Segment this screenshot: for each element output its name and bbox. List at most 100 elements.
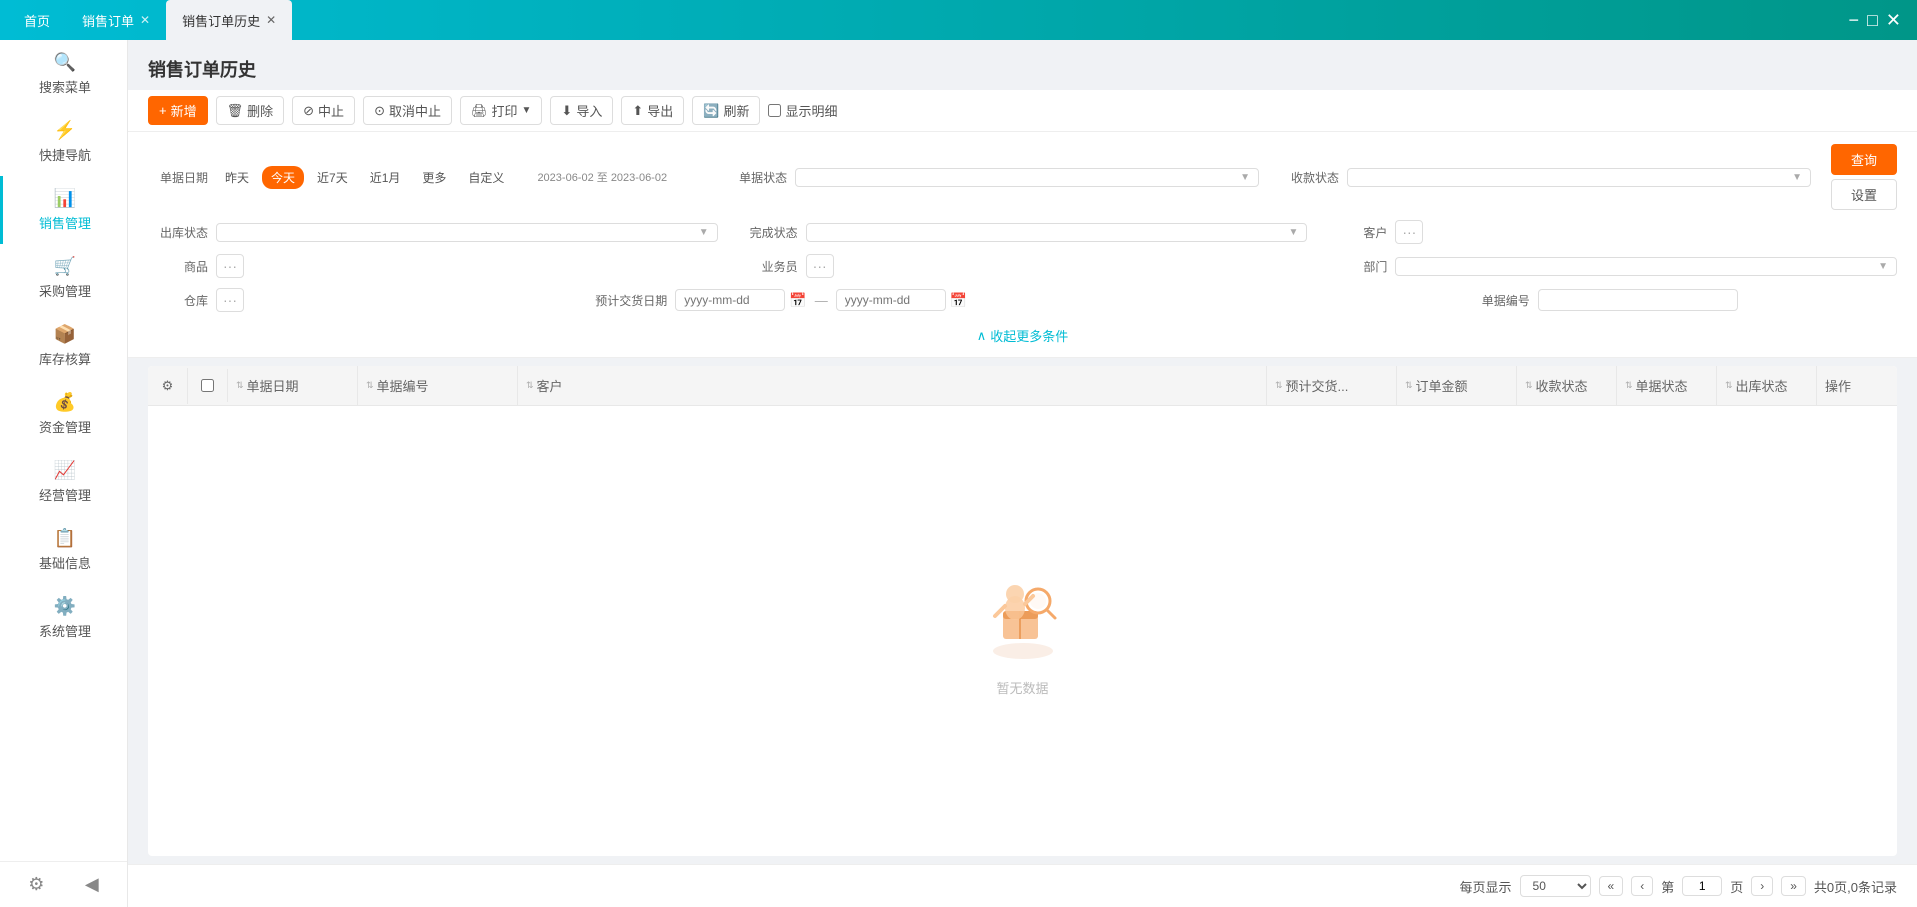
select-all-checkbox[interactable] <box>201 379 214 392</box>
order-status-select[interactable]: ▼ <box>795 168 1259 187</box>
sort-icon-customer: ⇅ <box>526 380 534 391</box>
department-select[interactable]: ▼ <box>1395 257 1897 276</box>
table-header: ⚙ ⇅ 单据日期 ⇅ 单据编号 ⇅ 客户 ⇅ <box>148 366 1897 406</box>
filter-row-4: 仓库 ··· 预计交货日期 📅 — 📅 单据编号 <box>148 288 1897 312</box>
window-maximize[interactable]: □ <box>1867 10 1878 31</box>
sidebar-item-purchase-label: 采购管理 <box>39 281 91 300</box>
tab-sales-history[interactable]: 销售订单历史 ✕ <box>166 0 292 40</box>
sort-icon-number: ⇅ <box>366 380 374 391</box>
stop-button[interactable]: ⊘ 中止 <box>292 96 355 125</box>
collapse-icon[interactable]: ◀ <box>85 874 99 895</box>
basic-info-icon: 📋 <box>54 528 76 549</box>
warehouse-status-select[interactable]: ▼ <box>216 223 718 242</box>
prev-page-button[interactable]: ‹ <box>1631 876 1653 896</box>
delivery-date-end[interactable] <box>836 289 946 311</box>
date-tab-custom[interactable]: 自定义 <box>459 166 513 189</box>
calendar-end-icon[interactable]: 📅 <box>950 292 967 309</box>
last-page-button[interactable]: » <box>1781 876 1806 896</box>
filter-row-3: 商品 ··· 业务员 ··· 部门 ▼ <box>148 254 1897 278</box>
sidebar-item-operations[interactable]: 📈 经营管理 <box>0 448 127 516</box>
query-actions: 查询 设置 <box>1831 144 1897 210</box>
complete-status-select[interactable]: ▼ <box>806 223 1308 242</box>
filter-customer: 客户 ··· <box>1327 220 1897 244</box>
th-settings[interactable]: ⚙ <box>148 368 188 404</box>
window-minimize[interactable]: − <box>1849 10 1860 31</box>
settings-bottom-icon[interactable]: ⚙ <box>28 874 44 895</box>
goods-label: 商品 <box>148 258 208 275</box>
tab-sales-history-close[interactable]: ✕ <box>266 13 276 27</box>
calendar-start-icon[interactable]: 📅 <box>789 292 806 309</box>
stop-label: 中止 <box>318 101 344 120</box>
salesperson-label: 业务员 <box>738 258 798 275</box>
new-button[interactable]: + 新增 <box>148 96 208 125</box>
sidebar: 🔍 搜索菜单 ⚡ 快捷导航 📊 销售管理 🛒 采购管理 📦 库存核算 💰 资金管… <box>0 40 128 907</box>
date-tab-yesterday[interactable]: 昨天 <box>216 166 258 189</box>
export-button[interactable]: ⬆ 导出 <box>621 96 684 125</box>
sort-icon-status: ⇅ <box>1625 380 1633 391</box>
sort-icon-receipt: ⇅ <box>1525 380 1533 391</box>
date-filter-label: 单据日期 <box>148 169 208 186</box>
sidebar-item-basic-info[interactable]: 📋 基础信息 <box>0 516 127 584</box>
th-amount[interactable]: ⇅ 订单金额 <box>1397 366 1517 405</box>
print-button[interactable]: 🖨 打印 ▼ <box>460 96 542 125</box>
display-columns-toggle[interactable]: 显示明细 <box>768 101 837 120</box>
window-close[interactable]: ✕ <box>1886 10 1901 31</box>
first-page-button[interactable]: « <box>1599 876 1624 896</box>
sidebar-item-quick-nav-label: 快捷导航 <box>39 145 91 164</box>
date-tab-today[interactable]: 今天 <box>262 166 304 189</box>
order-status-chevron: ▼ <box>1240 172 1250 183</box>
th-date-label: 单据日期 <box>247 376 299 395</box>
sidebar-item-basic-label: 基础信息 <box>39 553 91 572</box>
filter-settings-button[interactable]: 设置 <box>1831 179 1897 210</box>
th-receipt[interactable]: ⇅ 收款状态 <box>1517 366 1617 405</box>
tab-sales-history-label: 销售订单历史 <box>182 11 260 30</box>
toolbar: + 新增 🗑 删除 ⊘ 中止 ⊙ 取消中止 🖨 打印 ▼ ⬇ 导 <box>128 90 1917 132</box>
sidebar-item-purchase-mgmt[interactable]: 🛒 采购管理 <box>0 244 127 312</box>
delivery-date-start[interactable] <box>675 289 785 311</box>
refresh-icon: 🔄 <box>703 103 719 119</box>
sidebar-item-sales-mgmt[interactable]: 📊 销售管理 <box>0 176 127 244</box>
th-status[interactable]: ⇅ 单据状态 <box>1617 366 1717 405</box>
collapse-row[interactable]: ∧ 收起更多条件 <box>148 322 1897 345</box>
filter-order-number: 单据编号 <box>1470 289 1897 311</box>
sidebar-item-quick-nav[interactable]: ⚡ 快捷导航 <box>0 108 127 176</box>
th-warehouse-label: 出库状态 <box>1736 376 1788 395</box>
sidebar-item-inventory[interactable]: 📦 库存核算 <box>0 312 127 380</box>
next-page-button[interactable]: › <box>1751 876 1773 896</box>
receipt-status-select[interactable]: ▼ <box>1347 168 1811 187</box>
th-delivery[interactable]: ⇅ 预计交货... <box>1267 366 1397 405</box>
tab-home[interactable]: 首页 <box>8 0 66 40</box>
tab-sales-order[interactable]: 销售订单 ✕ <box>66 0 166 40</box>
delete-button[interactable]: 🗑 删除 <box>216 96 285 125</box>
current-page-input[interactable] <box>1682 876 1722 896</box>
sort-icon-delivery: ⇅ <box>1275 380 1283 391</box>
query-button[interactable]: 查询 <box>1831 144 1897 175</box>
date-tab-more[interactable]: 更多 <box>413 166 455 189</box>
warehouse-status-chevron: ▼ <box>699 227 709 238</box>
page-title: 销售订单历史 <box>128 40 1917 90</box>
date-tab-last1m[interactable]: 近1月 <box>361 166 410 189</box>
refresh-button[interactable]: 🔄 刷新 <box>692 96 760 125</box>
content-area: 销售订单历史 + 新增 🗑 删除 ⊘ 中止 ⊙ 取消中止 🖨 打印 ▼ <box>128 40 1917 907</box>
th-action-label: 操作 <box>1825 376 1851 395</box>
goods-dots-btn[interactable]: ··· <box>216 254 244 278</box>
display-columns-label: 显示明细 <box>785 101 837 120</box>
cancel-stop-button[interactable]: ⊙ 取消中止 <box>363 96 452 125</box>
th-warehouse-status[interactable]: ⇅ 出库状态 <box>1717 366 1817 405</box>
warehouse-dots-btn[interactable]: ··· <box>216 288 244 312</box>
display-columns-checkbox[interactable] <box>768 104 781 117</box>
date-tab-last7[interactable]: 近7天 <box>308 166 357 189</box>
salesperson-dots-btn[interactable]: ··· <box>806 254 834 278</box>
sidebar-item-finance[interactable]: 💰 资金管理 <box>0 380 127 448</box>
import-button[interactable]: ⬇ 导入 <box>550 96 613 125</box>
th-number[interactable]: ⇅ 单据编号 <box>358 366 518 405</box>
per-page-select[interactable]: 10 20 50 100 <box>1520 875 1591 897</box>
th-date[interactable]: ⇅ 单据日期 <box>228 366 358 405</box>
th-customer[interactable]: ⇅ 客户 <box>518 366 1267 405</box>
customer-dots-btn[interactable]: ··· <box>1395 220 1423 244</box>
sidebar-item-system[interactable]: ⚙️ 系统管理 <box>0 584 127 652</box>
print-chevron-icon: ▼ <box>522 105 532 116</box>
tab-sales-order-close[interactable]: ✕ <box>140 13 150 27</box>
order-number-input[interactable] <box>1538 289 1738 311</box>
sidebar-item-search-menu[interactable]: 🔍 搜索菜单 <box>0 40 127 108</box>
